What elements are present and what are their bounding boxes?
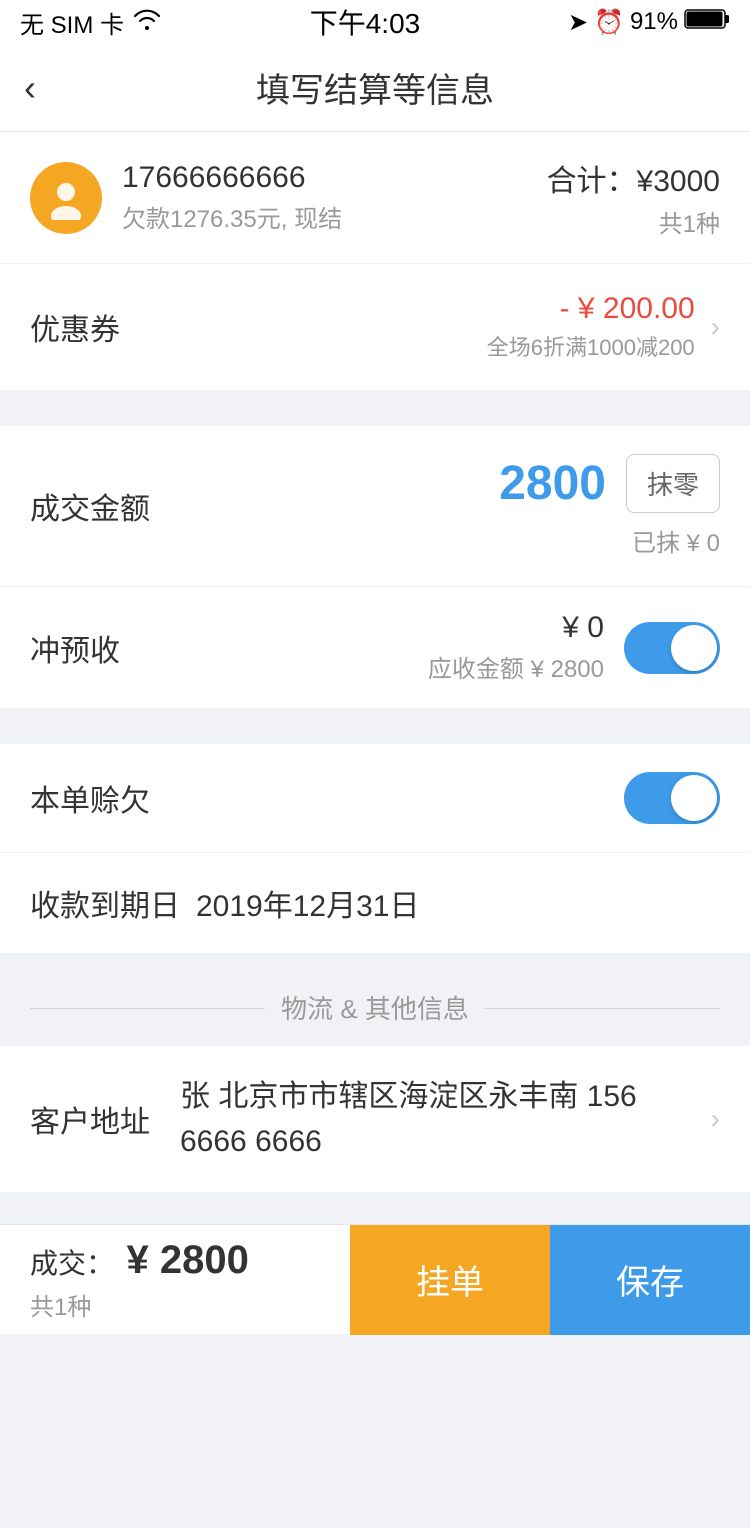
customer-phone: 17666666666 — [122, 161, 342, 195]
address-value: 张 北京市市辖区海淀区永丰南 156 6666 6666 — [180, 1074, 703, 1164]
section-header-text: 物流 & 其他信息 — [265, 989, 485, 1026]
due-date-value: 2019年12月31日 — [196, 881, 419, 925]
customer-info: 17666666666 欠款1276.35元, 现结 — [122, 161, 342, 234]
coupon-right: - ¥ 200.00 全场6折满1000减200 › — [487, 292, 720, 362]
bottom-bar: 成交： ¥ 2800 共1种 挂单 保存 — [0, 1224, 750, 1334]
debt-toggle[interactable] — [624, 772, 720, 824]
page-title: 填写结算等信息 — [256, 63, 494, 112]
amount-row: 成交金额 2800 抹零 已抹 ¥ 0 — [0, 426, 750, 586]
divider-2 — [0, 724, 750, 744]
round-button[interactable]: 抹零 — [626, 454, 720, 513]
amount-label: 成交金额 — [30, 484, 150, 528]
customer-left: 17666666666 欠款1276.35元, 现结 — [30, 161, 342, 234]
coupon-discount: - ¥ 200.00 — [487, 292, 695, 326]
prepay-toggle[interactable] — [624, 622, 720, 674]
bottom-summary: 成交： ¥ 2800 共1种 — [0, 1238, 350, 1322]
total-amount: 合计：¥3000 — [547, 156, 720, 200]
debt-card: 本单赊欠 收款到期日 2019年12月31日 — [0, 744, 750, 953]
chevron-right-icon: › — [711, 311, 720, 343]
status-time: 下午4:03 — [310, 2, 421, 42]
prepay-label: 冲预收 — [30, 626, 120, 670]
due-date-label: 收款到期日 — [30, 881, 180, 925]
amount-right: 2800 抹零 已抹 ¥ 0 — [499, 454, 720, 558]
coupon-row[interactable]: 优惠券 - ¥ 200.00 全场6折满1000减200 › — [0, 263, 750, 390]
due-date-row: 收款到期日 2019年12月31日 — [0, 852, 750, 953]
status-right: ➤ ⏰ 91% — [568, 7, 730, 38]
save-button[interactable]: 保存 — [550, 1225, 750, 1335]
customer-total: 合计：¥3000 共1种 — [547, 156, 720, 239]
status-bar: 无 SIM 卡 下午4:03 ➤ ⏰ 91% — [0, 0, 750, 44]
wifi-icon — [132, 8, 162, 37]
sim-status: 无 SIM 卡 — [20, 5, 124, 40]
amount-sub: 已抹 ¥ 0 — [632, 523, 720, 558]
alarm-icon: ⏰ — [594, 8, 624, 37]
address-card: 客户地址 张 北京市市辖区海淀区永丰南 156 6666 6666 › — [0, 1046, 750, 1192]
coupon-desc: 全场6折满1000减200 — [487, 330, 695, 362]
coupon-right-content: - ¥ 200.00 全场6折满1000减200 — [487, 292, 695, 362]
divider-1 — [0, 406, 750, 426]
battery-icon — [684, 7, 730, 38]
avatar — [30, 162, 102, 234]
back-button[interactable]: ‹ — [24, 67, 36, 109]
customer-row: 17666666666 欠款1276.35元, 现结 合计：¥3000 共1种 — [0, 132, 750, 263]
debt-toggle-knob — [671, 775, 717, 821]
deal-amount-card: 成交金额 2800 抹零 已抹 ¥ 0 冲预收 ¥ 0 应收金额 ¥ 2800 — [0, 426, 750, 708]
amount-value: 2800 — [499, 456, 606, 511]
address-row[interactable]: 客户地址 张 北京市市辖区海淀区永丰南 156 6666 6666 › — [0, 1046, 750, 1192]
customer-card: 17666666666 欠款1276.35元, 现结 合计：¥3000 共1种 … — [0, 132, 750, 390]
location-icon: ➤ — [568, 8, 588, 37]
bottom-deal-label: 成交： — [30, 1248, 114, 1279]
customer-debt: 欠款1276.35元, 现结 — [122, 199, 342, 234]
section-header: 物流 & 其他信息 — [0, 969, 750, 1046]
coupon-label: 优惠券 — [30, 305, 120, 349]
bottom-count: 共1种 — [30, 1287, 320, 1322]
bottom-deal-row: 成交： ¥ 2800 — [30, 1238, 320, 1283]
debt-label: 本单赊欠 — [30, 776, 150, 820]
hang-button[interactable]: 挂单 — [350, 1225, 550, 1335]
prepay-values: ¥ 0 应收金额 ¥ 2800 — [428, 611, 604, 684]
debt-row: 本单赊欠 — [0, 744, 750, 852]
status-left: 无 SIM 卡 — [20, 5, 162, 40]
nav-bar: ‹ 填写结算等信息 — [0, 44, 750, 132]
bottom-deal-amount: ¥ 2800 — [126, 1238, 248, 1282]
total-count: 共1种 — [547, 204, 720, 239]
address-chevron-icon: › — [711, 1103, 720, 1135]
battery-level: 91% — [630, 8, 678, 36]
prepay-row: 冲预收 ¥ 0 应收金额 ¥ 2800 — [0, 586, 750, 708]
address-label: 客户地址 — [30, 1097, 150, 1141]
prepay-sub: 应收金额 ¥ 2800 — [428, 649, 604, 684]
prepay-right: ¥ 0 应收金额 ¥ 2800 — [428, 611, 720, 684]
prepay-amount: ¥ 0 — [428, 611, 604, 645]
toggle-knob — [671, 625, 717, 671]
